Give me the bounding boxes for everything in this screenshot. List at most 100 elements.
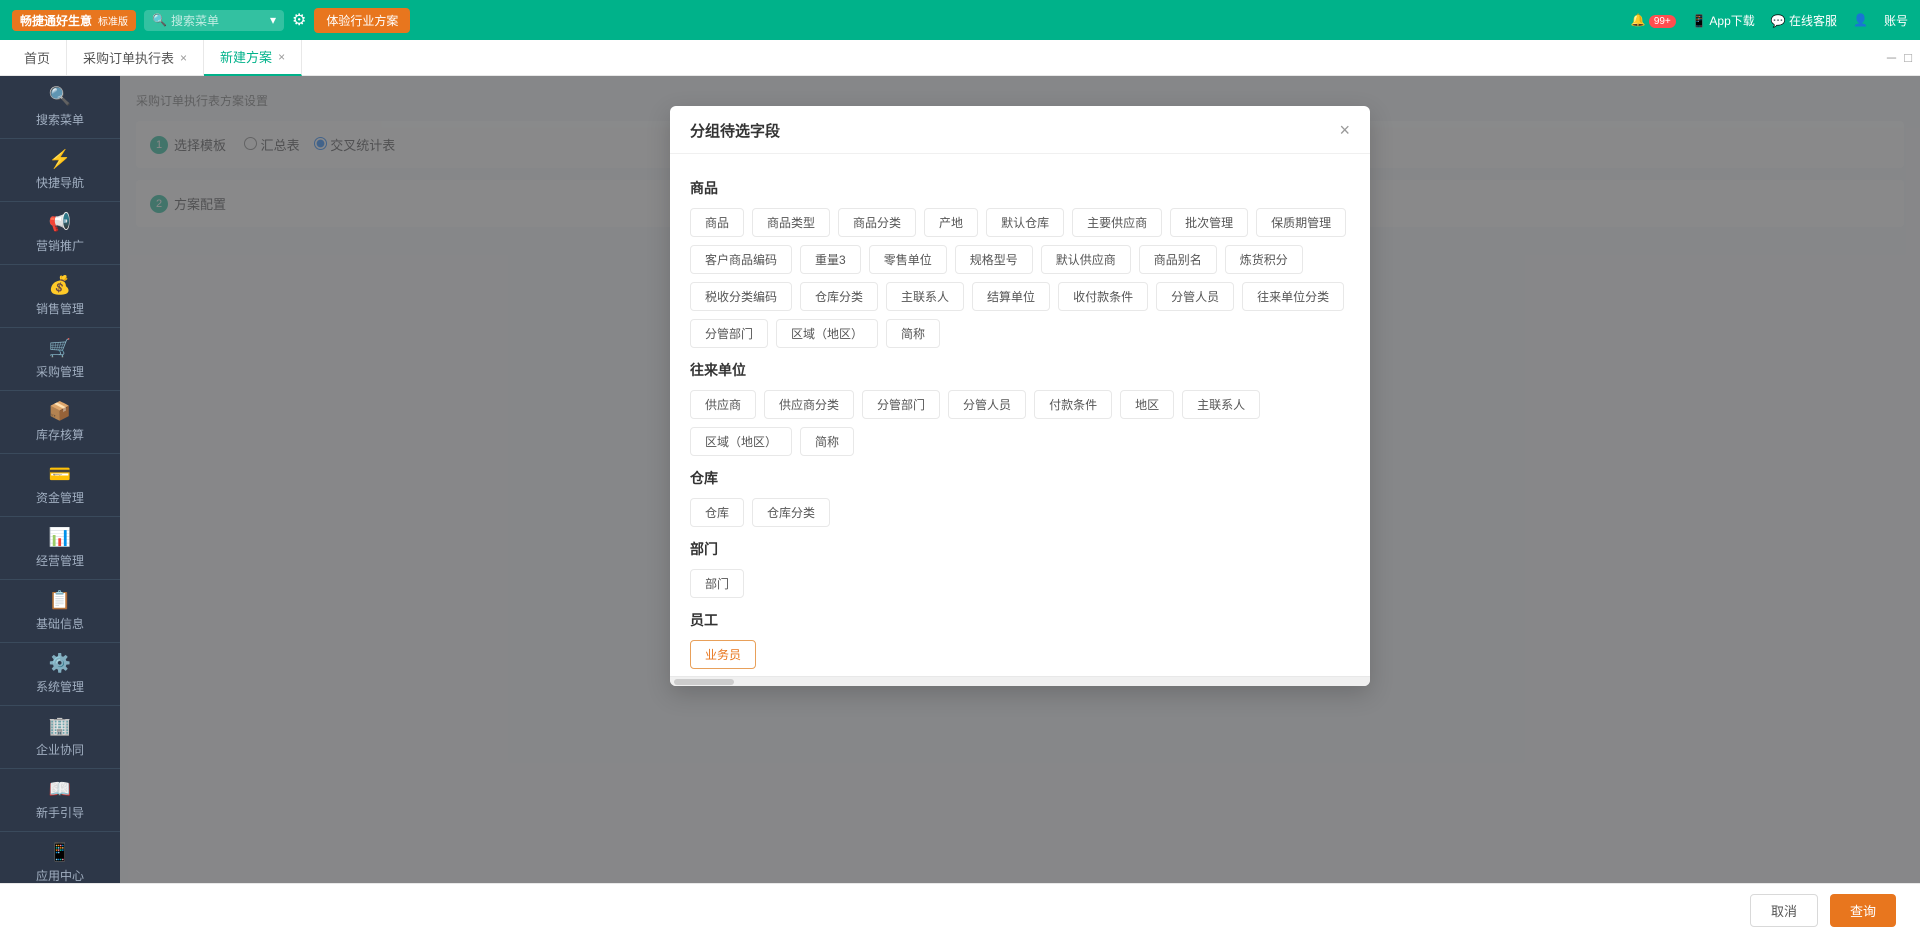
sidebar-item-guide[interactable]: 📖 新手引导 <box>0 769 120 832</box>
field-tag[interactable]: 往来单位分类 <box>1242 282 1344 311</box>
tab-purchase[interactable]: 采购订单执行表 × <box>67 40 204 76</box>
field-tag[interactable]: 分管人员 <box>1156 282 1234 311</box>
sidebar-item-stock[interactable]: 📦 库存核算 <box>0 391 120 454</box>
tab-new[interactable]: 新建方案 × <box>204 40 302 76</box>
modal-scrollbar-track[interactable] <box>670 676 1370 686</box>
field-grid-employee: 业务员 <box>690 640 1350 669</box>
message-badge: 99+ <box>1649 15 1676 28</box>
field-tag[interactable]: 主联系人 <box>886 282 964 311</box>
finance-icon: 💳 <box>49 464 71 485</box>
field-tag[interactable]: 默认供应商 <box>1041 245 1131 274</box>
search-menu-area[interactable]: 🔍 搜索菜单 ▾ <box>144 10 284 31</box>
sidebar-item-marketing-label: 营销推广 <box>36 237 84 254</box>
top-right-area: 🔔 99+ 📱 App下载 💬 在线客服 👤 账号 <box>1631 12 1908 29</box>
field-tag[interactable]: 重量3 <box>800 245 861 274</box>
field-tag[interactable]: 分管部门 <box>862 390 940 419</box>
sidebar-item-finance[interactable]: 💳 资金管理 <box>0 454 120 517</box>
settings-icon[interactable]: ⚙ <box>292 10 306 30</box>
confirm-button[interactable]: 查询 <box>1830 894 1896 927</box>
tab-minimize[interactable]: ─ <box>1887 50 1896 65</box>
field-tag[interactable]: 零售单位 <box>869 245 947 274</box>
field-tag[interactable]: 仓库 <box>690 498 744 527</box>
online-service[interactable]: 💬 在线客服 <box>1771 12 1837 29</box>
field-tag[interactable]: 分管人员 <box>948 390 1026 419</box>
sidebar-item-basic[interactable]: 📋 基础信息 <box>0 580 120 643</box>
modal-overlay: 分组待选字段 × 商品 商品 商品类型 商品分类 产地 默认仓库 主要供应商 批… <box>120 76 1920 937</box>
modal-header: 分组待选字段 × <box>670 106 1370 154</box>
tab-home-label: 首页 <box>24 48 50 67</box>
tab-bar: 首页 采购订单执行表 × 新建方案 × ─ □ <box>0 40 1920 76</box>
field-tag[interactable]: 规格型号 <box>955 245 1033 274</box>
field-tag[interactable]: 分管部门 <box>690 319 768 348</box>
message-area[interactable]: 🔔 99+ <box>1631 13 1676 27</box>
sidebar-item-search-label: 搜索菜单 <box>36 111 84 128</box>
sidebar: 🔍 搜索菜单 ⚡ 快捷导航 📢 营销推广 💰 销售管理 🛒 采购管理 📦 库存核… <box>0 76 120 937</box>
marketing-icon: 📢 <box>49 212 71 233</box>
section-title-employee: 员工 <box>690 610 1350 630</box>
field-tag[interactable]: 商品 <box>690 208 744 237</box>
app-download[interactable]: 📱 App下载 <box>1692 12 1755 29</box>
field-tag[interactable]: 部门 <box>690 569 744 598</box>
field-tag[interactable]: 默认仓库 <box>986 208 1064 237</box>
field-tag[interactable]: 付款条件 <box>1034 390 1112 419</box>
field-tag[interactable]: 简称 <box>886 319 940 348</box>
experience-button[interactable]: 体验行业方案 <box>314 8 410 33</box>
field-tag[interactable]: 产地 <box>924 208 978 237</box>
field-tag[interactable]: 地区 <box>1120 390 1174 419</box>
field-tag[interactable]: 供应商分类 <box>764 390 854 419</box>
field-tag[interactable]: 区域（地区） <box>690 427 792 456</box>
sidebar-item-stock-label: 库存核算 <box>36 426 84 443</box>
field-tag[interactable]: 商品类型 <box>752 208 830 237</box>
sidebar-item-search[interactable]: 🔍 搜索菜单 <box>0 76 120 139</box>
sidebar-item-system[interactable]: ⚙️ 系统管理 <box>0 643 120 706</box>
field-tag[interactable]: 仓库分类 <box>752 498 830 527</box>
field-tag[interactable]: 商品别名 <box>1139 245 1217 274</box>
tab-new-close[interactable]: × <box>278 50 285 64</box>
sidebar-item-basic-label: 基础信息 <box>36 615 84 632</box>
logo-text: 畅捷通好生意 <box>20 12 92 29</box>
enterprise-icon: 🏢 <box>49 716 71 737</box>
tab-home[interactable]: 首页 <box>8 40 67 76</box>
stock-icon: 📦 <box>49 401 71 422</box>
modal-close-button[interactable]: × <box>1339 120 1350 141</box>
message-icon: 🔔 <box>1631 13 1646 27</box>
sidebar-item-guide-label: 新手引导 <box>36 804 84 821</box>
cancel-button[interactable]: 取消 <box>1750 894 1818 927</box>
sidebar-item-sales-label: 销售管理 <box>36 300 84 317</box>
field-tag[interactable]: 业务员 <box>690 640 756 669</box>
sidebar-item-operation-label: 经营管理 <box>36 552 84 569</box>
modal-title: 分组待选字段 <box>690 120 780 141</box>
field-grid-product: 商品 商品类型 商品分类 产地 默认仓库 主要供应商 批次管理 保质期管理 客户… <box>690 208 1350 348</box>
field-tag[interactable]: 供应商 <box>690 390 756 419</box>
sidebar-item-system-label: 系统管理 <box>36 678 84 695</box>
top-bar: 畅捷通好生意 标准版 🔍 搜索菜单 ▾ ⚙ 体验行业方案 🔔 99+ 📱 App… <box>0 0 1920 40</box>
section-title-warehouse: 仓库 <box>690 468 1350 488</box>
field-tag[interactable]: 商品分类 <box>838 208 916 237</box>
modal-scrollbar-thumb[interactable] <box>674 679 734 685</box>
sidebar-item-finance-label: 资金管理 <box>36 489 84 506</box>
user-avatar[interactable]: 👤 <box>1853 13 1868 27</box>
field-tag[interactable]: 保质期管理 <box>1256 208 1346 237</box>
tab-expand[interactable]: □ <box>1904 50 1912 65</box>
sales-icon: 💰 <box>49 275 71 296</box>
field-tag[interactable]: 批次管理 <box>1170 208 1248 237</box>
field-tag[interactable]: 炼货积分 <box>1225 245 1303 274</box>
logo-area: 畅捷通好生意 标准版 <box>12 10 136 31</box>
field-tag[interactable]: 仓库分类 <box>800 282 878 311</box>
field-tag[interactable]: 税收分类编码 <box>690 282 792 311</box>
sidebar-item-operation[interactable]: 📊 经营管理 <box>0 517 120 580</box>
tab-purchase-close[interactable]: × <box>180 51 187 65</box>
field-tag[interactable]: 收付款条件 <box>1058 282 1148 311</box>
sidebar-item-quick[interactable]: ⚡ 快捷导航 <box>0 139 120 202</box>
field-tag[interactable]: 简称 <box>800 427 854 456</box>
field-tag[interactable]: 区域（地区） <box>776 319 878 348</box>
sidebar-item-quick-label: 快捷导航 <box>36 174 84 191</box>
field-tag[interactable]: 客户商品编码 <box>690 245 792 274</box>
sidebar-item-enterprise[interactable]: 🏢 企业协同 <box>0 706 120 769</box>
field-tag[interactable]: 主要供应商 <box>1072 208 1162 237</box>
field-tag[interactable]: 主联系人 <box>1182 390 1260 419</box>
sidebar-item-marketing[interactable]: 📢 营销推广 <box>0 202 120 265</box>
sidebar-item-sales[interactable]: 💰 销售管理 <box>0 265 120 328</box>
sidebar-item-purchase[interactable]: 🛒 采购管理 <box>0 328 120 391</box>
field-tag[interactable]: 结算单位 <box>972 282 1050 311</box>
